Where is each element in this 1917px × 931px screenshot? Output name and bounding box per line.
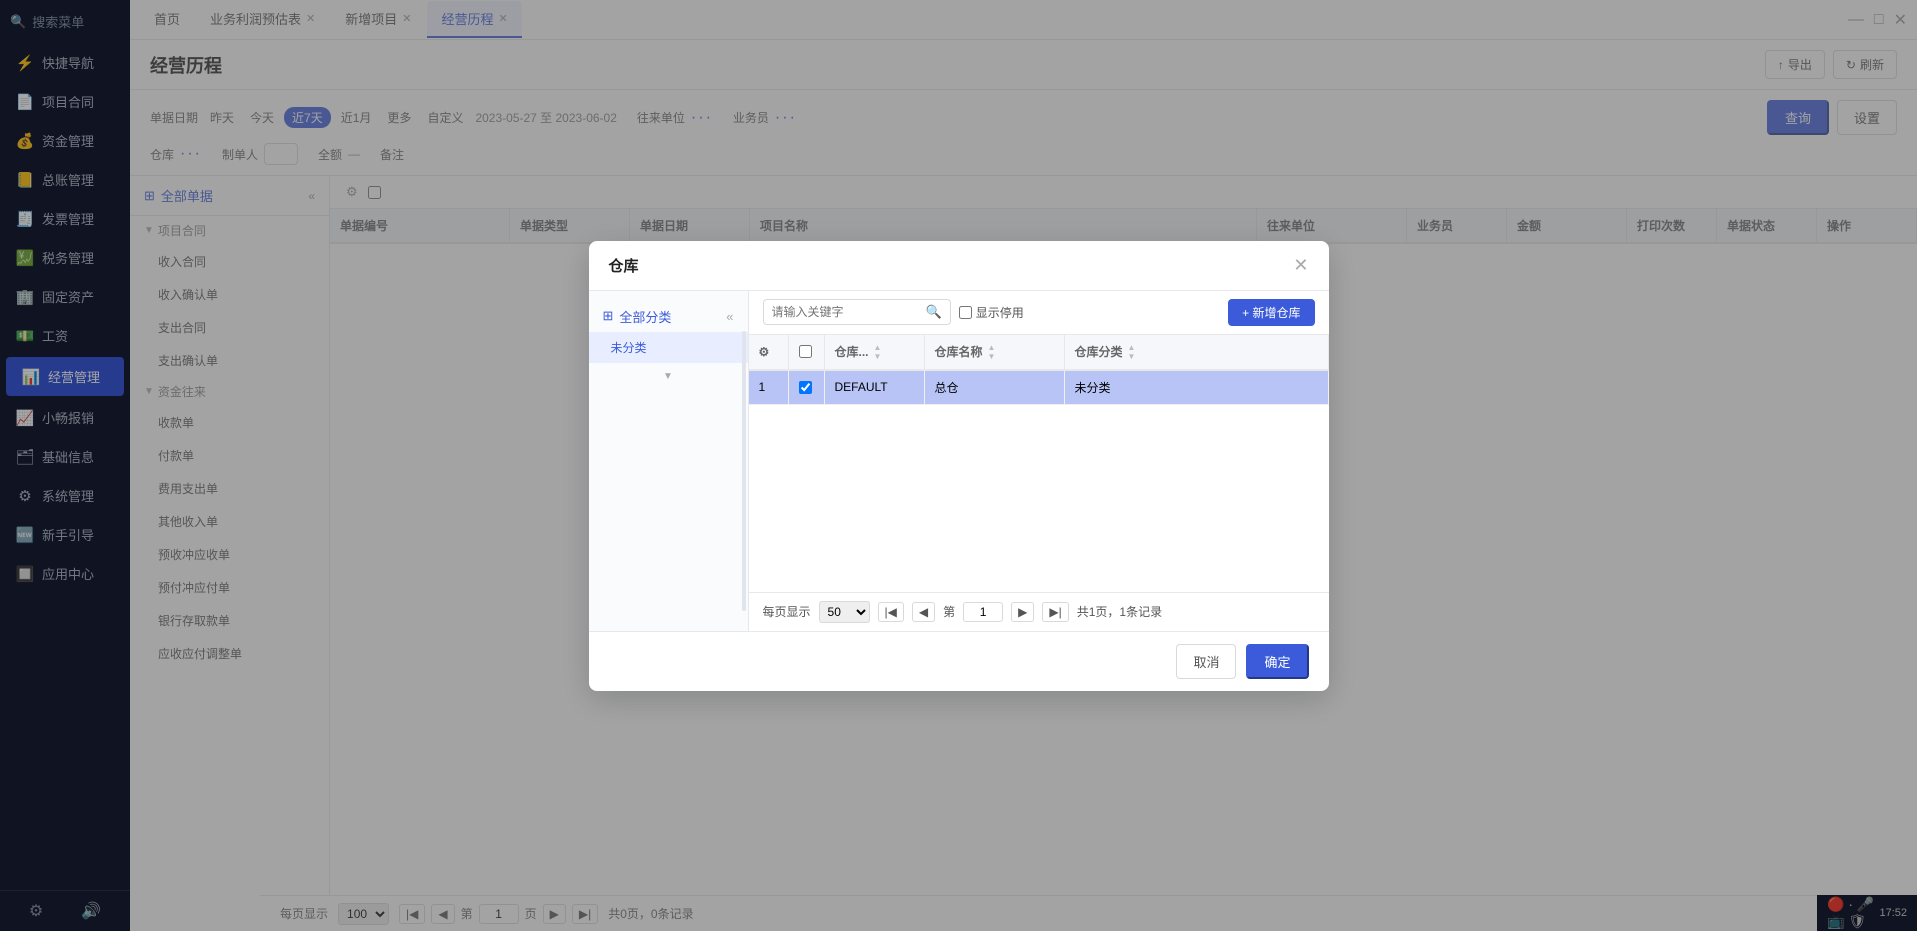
modal-th-category: 仓库分类 ▲▼ [1065, 335, 1329, 369]
search-box: 🔍 [763, 299, 951, 325]
modal-per-page-label: 每页显示 [763, 603, 811, 620]
modal-table-header: ⚙ 仓库... ▲▼ 仓库名称 [749, 335, 1329, 371]
show-disabled-label[interactable]: 显示停用 [959, 304, 1024, 321]
search-icon-modal: 🔍 [926, 304, 942, 320]
modal-th-name: 仓库名称 ▲▼ [925, 335, 1065, 369]
modal-next-page-btn[interactable]: ▶ [1011, 602, 1034, 622]
modal-table-row[interactable]: 1 DEFAULT 总仓 未分类 [749, 371, 1329, 405]
modal-sidebar-collapse-icon[interactable]: « [726, 309, 733, 324]
modal-td-category: 未分类 [1065, 371, 1329, 404]
modal-sidebar-all-label: 全部分类 [619, 307, 671, 326]
modal-header: 仓库 ✕ [589, 241, 1329, 291]
modal-footer: 取消 确定 [589, 631, 1329, 691]
modal-total-label: 共1页，1条记录 [1077, 603, 1162, 620]
modal-th-checkbox [789, 335, 825, 369]
modal-select-all[interactable] [799, 345, 812, 358]
scroll-down-icon: ▼ [663, 371, 673, 382]
show-disabled-checkbox[interactable] [959, 306, 972, 319]
modal-last-page-btn[interactable]: ▶| [1042, 602, 1068, 622]
modal-sidebar-item-uncategorized[interactable]: 未分类 [589, 332, 748, 363]
modal-pagination: 每页显示 50 100 |◀ ◀ 第 ▶ ▶| 共1页，1条记录 [749, 592, 1329, 631]
add-warehouse-button[interactable]: + 新增仓库 [1228, 299, 1314, 326]
modal-td-name: 总仓 [925, 371, 1065, 404]
row-checkbox[interactable] [799, 381, 812, 394]
modal-toolbar: 🔍 显示停用 + 新增仓库 [749, 291, 1329, 335]
gear-icon-table: ⚙ [759, 345, 770, 359]
modal-per-page-select[interactable]: 50 100 [819, 601, 870, 623]
grid-icon-modal: ⊞ [603, 308, 614, 324]
modal-sidebar-header[interactable]: ⊞ 全部分类 « [589, 301, 748, 332]
modal-body: ⊞ 全部分类 « 未分类 ▼ 🔍 [589, 291, 1329, 631]
modal-td-checkbox [789, 371, 825, 404]
modal-td-code: DEFAULT [825, 371, 925, 404]
show-disabled-text: 显示停用 [976, 304, 1024, 321]
modal-first-page-btn[interactable]: |◀ [878, 602, 904, 622]
modal-table: ⚙ 仓库... ▲▼ 仓库名称 [749, 335, 1329, 592]
modal-td-num: 1 [749, 371, 789, 404]
modal-sidebar: ⊞ 全部分类 « 未分类 ▼ [589, 291, 749, 631]
modal-title: 仓库 [609, 255, 639, 276]
search-input[interactable] [772, 305, 922, 319]
modal-main: 🔍 显示停用 + 新增仓库 ⚙ [749, 291, 1329, 631]
modal-th-gear: ⚙ [749, 335, 789, 369]
warehouse-modal: 仓库 ✕ ⊞ 全部分类 « 未分类 ▼ [589, 241, 1329, 691]
modal-th-code: 仓库... ▲▼ [825, 335, 925, 369]
modal-page-input[interactable] [963, 602, 1003, 622]
modal-prev-page-btn[interactable]: ◀ [912, 602, 935, 622]
modal-sidebar-scrollbar [742, 331, 746, 611]
modal-sidebar-scroll[interactable]: ▼ [589, 363, 748, 390]
modal-page-label: 第 [943, 603, 955, 620]
modal-overlay: 仓库 ✕ ⊞ 全部分类 « 未分类 ▼ [0, 0, 1917, 931]
confirm-button[interactable]: 确定 [1246, 644, 1308, 679]
add-warehouse-label: + 新增仓库 [1242, 304, 1300, 321]
cancel-button[interactable]: 取消 [1176, 644, 1236, 679]
modal-close-button[interactable]: ✕ [1293, 255, 1308, 276]
